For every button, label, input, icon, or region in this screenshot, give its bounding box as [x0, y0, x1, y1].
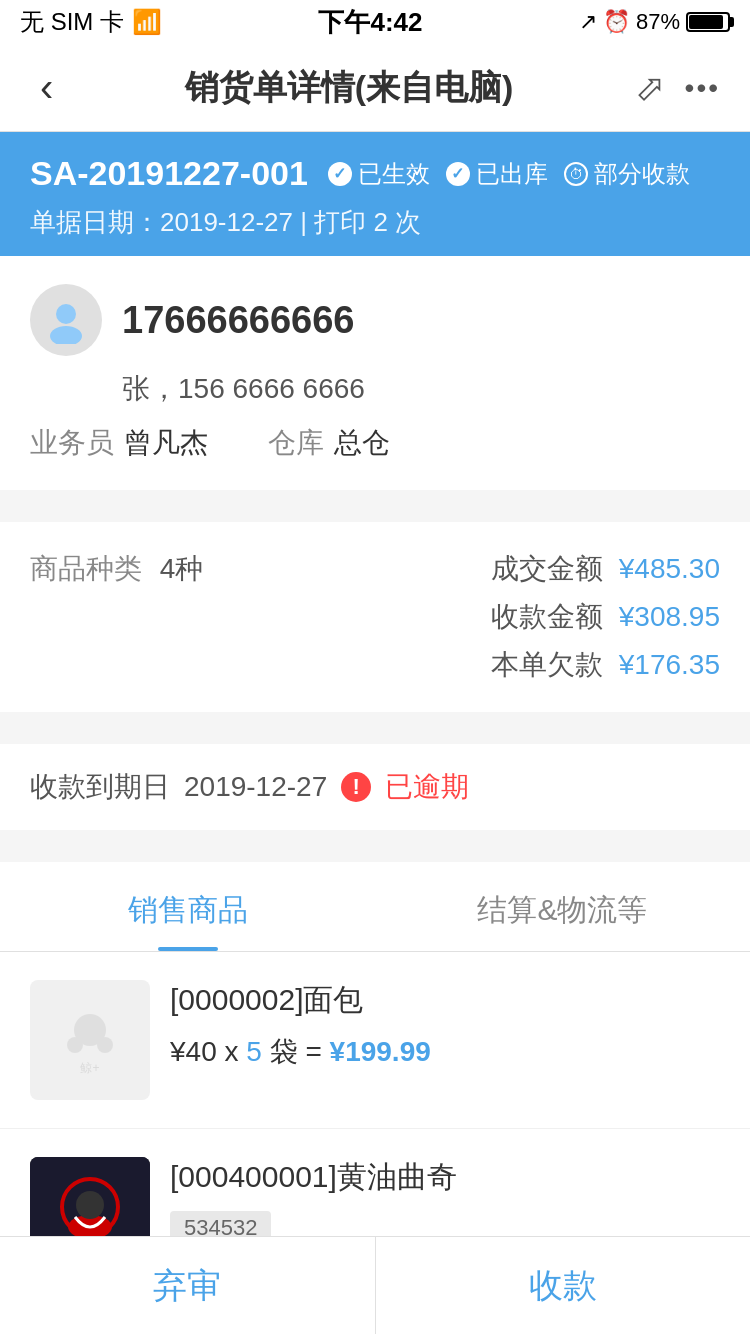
tab-sales-products[interactable]: 销售商品 [0, 862, 375, 951]
amount-value: ¥485.30 [619, 553, 720, 585]
divider-3 [0, 830, 750, 846]
banner-meta: 单据日期：2019-12-27 | 打印 2 次 [30, 205, 720, 240]
status-right: ↗ ⏰ 87% [579, 9, 730, 35]
received-label: 收款金额 [491, 598, 603, 636]
sales-rep-value: 曾凡杰 [124, 424, 208, 462]
battery-text: 87% [636, 9, 680, 35]
product-info-1: [0000002]面包 ¥40 x 5 袋 = ¥199.99 [170, 980, 720, 1071]
warehouse-value: 总仓 [334, 424, 390, 462]
product-qty-1: 5 [246, 1036, 262, 1067]
product-name-2: [000400001]黄油曲奇 [170, 1157, 720, 1198]
order-id: SA-20191227-001 [30, 154, 308, 193]
svg-text:鲸+: 鲸+ [80, 1061, 99, 1075]
status-badge-partial: ⏱ 部分收款 [564, 158, 690, 190]
page-title: 销货单详情(来自电脑) [185, 65, 514, 111]
owed-value: ¥176.35 [619, 649, 720, 681]
overdue-icon: ! [341, 772, 371, 802]
svg-point-0 [56, 304, 76, 324]
overdue-text: 已逾期 [385, 768, 469, 806]
banner-badges: ✓ 已生效 ✓ 已出库 ⏱ 部分收款 [328, 158, 690, 190]
tab-underline [158, 947, 218, 951]
battery-icon [686, 12, 730, 32]
received-row: 收款金额 ¥308.95 [491, 598, 720, 636]
collect-payment-button[interactable]: 收款 [376, 1237, 751, 1334]
avatar [30, 284, 102, 356]
sales-rep-label: 业务员 [30, 424, 114, 462]
product-thumbnail-1: 鲸+ [30, 980, 150, 1100]
product-name-1: [0000002]面包 [170, 980, 720, 1021]
owed-label: 本单欠款 [491, 646, 603, 684]
customer-row: 17666666666 [30, 284, 720, 356]
amounts-section: 成交金额 ¥485.30 收款金额 ¥308.95 本单欠款 ¥176.35 [491, 550, 720, 684]
more-icon[interactable]: ••• [685, 72, 720, 104]
received-value: ¥308.95 [619, 601, 720, 633]
status-badge-shipped: ✓ 已出库 [446, 158, 548, 190]
sales-rep-item: 业务员 曾凡杰 [30, 424, 208, 462]
product-type-value: 4种 [160, 553, 204, 584]
svg-point-3 [67, 1037, 83, 1053]
svg-point-9 [76, 1191, 104, 1219]
status-bar: 无 SIM 卡 📶 下午4:42 ↗ ⏰ 87% [0, 0, 750, 44]
wifi-icon: 📶 [132, 8, 162, 36]
customer-meta: 业务员 曾凡杰 仓库 总仓 [30, 424, 720, 462]
due-date: 2019-12-27 [184, 771, 327, 803]
product-type-info: 商品种类 4种 [30, 550, 203, 588]
product-price-1: ¥40 x 5 袋 = ¥199.99 [170, 1033, 720, 1071]
tabs-bar: 销售商品 结算&物流等 [0, 862, 750, 952]
cancel-review-button[interactable]: 弃审 [0, 1237, 376, 1334]
customer-id: 17666666666 [122, 299, 354, 342]
owed-row: 本单欠款 ¥176.35 [491, 646, 720, 684]
warehouse-item: 仓库 总仓 [268, 424, 390, 462]
alarm-icon: ⏰ [603, 9, 630, 35]
warehouse-label: 仓库 [268, 424, 324, 462]
product-item: 鲸+ [0000002]面包 ¥40 x 5 袋 = ¥199.99 [0, 952, 750, 1129]
svg-point-4 [97, 1037, 113, 1053]
location-icon: ↗ [579, 9, 597, 35]
customer-name: 张，156 6666 6666 [30, 370, 720, 408]
check-icon-active: ✓ [328, 162, 352, 186]
nav-actions: ⬀ ••• [635, 67, 720, 109]
summary-section: 商品种类 4种 成交金额 ¥485.30 收款金额 ¥308.95 本单欠款 ¥… [0, 522, 750, 712]
customer-section: 17666666666 张，156 6666 6666 业务员 曾凡杰 仓库 总… [0, 256, 750, 490]
tab-settlement[interactable]: 结算&物流等 [375, 862, 750, 951]
nav-bar: ‹ 销货单详情(来自电脑) ⬀ ••• [0, 44, 750, 132]
amount-label: 成交金额 [491, 550, 603, 588]
svg-point-1 [50, 326, 82, 344]
amount-row: 成交金额 ¥485.30 [491, 550, 720, 588]
status-badge-active: ✓ 已生效 [328, 158, 430, 190]
divider-1 [0, 490, 750, 506]
due-section: 收款到期日 2019-12-27 ! 已逾期 [0, 744, 750, 830]
product-type-label: 商品种类 [30, 553, 142, 584]
divider-2 [0, 712, 750, 728]
banner-top: SA-20191227-001 ✓ 已生效 ✓ 已出库 ⏱ 部分收款 [30, 154, 720, 193]
product-total-1: ¥199.99 [330, 1036, 431, 1067]
header-banner: SA-20191227-001 ✓ 已生效 ✓ 已出库 ⏱ 部分收款 单据日期：… [0, 132, 750, 256]
carrier-text: 无 SIM 卡 [20, 6, 124, 38]
back-button[interactable]: ‹ [30, 55, 63, 120]
status-left: 无 SIM 卡 📶 [20, 6, 162, 38]
share-icon[interactable]: ⬀ [635, 67, 665, 109]
status-time: 下午4:42 [318, 5, 422, 40]
due-label: 收款到期日 [30, 768, 170, 806]
check-icon-shipped: ✓ [446, 162, 470, 186]
bottom-bar: 弃审 收款 [0, 1236, 750, 1334]
clock-icon: ⏱ [564, 162, 588, 186]
